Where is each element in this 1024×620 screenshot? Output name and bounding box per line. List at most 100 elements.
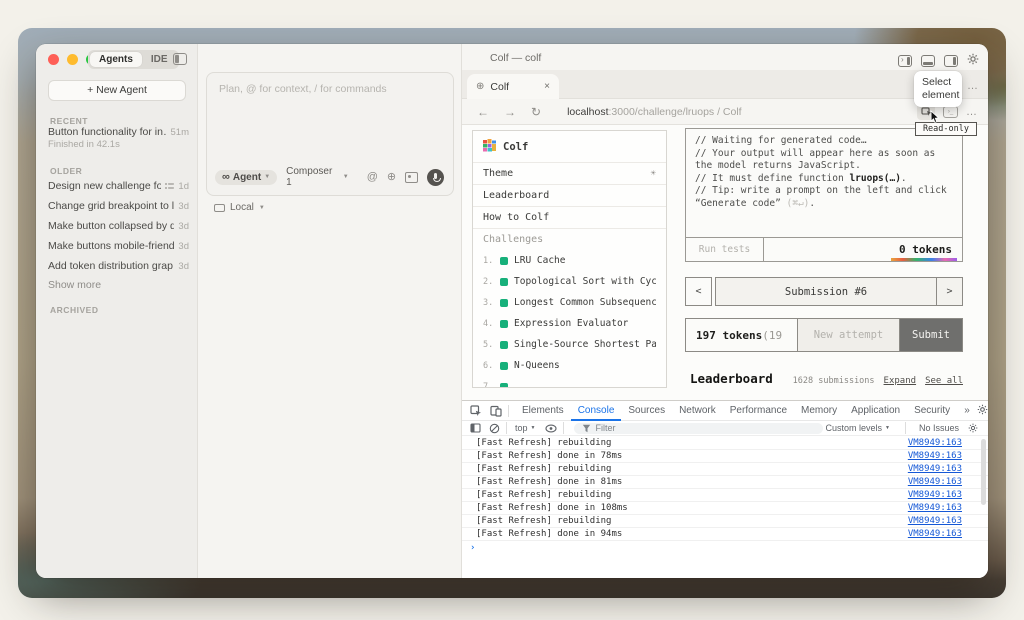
- devtools-tab-application[interactable]: Application: [844, 401, 907, 421]
- browser-panel: Colf — colf ⊕ Colf × Select element … ← …: [462, 44, 988, 578]
- panel-right-icon[interactable]: [944, 55, 958, 67]
- mention-icon[interactable]: @: [367, 172, 378, 183]
- devtools-tab-sources[interactable]: Sources: [621, 401, 672, 421]
- see-all-link[interactable]: See all: [925, 376, 963, 386]
- microphone-button[interactable]: [427, 169, 444, 186]
- challenge-status-icon: [500, 341, 508, 349]
- devtools-tab-performance[interactable]: Performance: [723, 401, 794, 421]
- devtools-settings-icon[interactable]: [977, 402, 988, 420]
- web-icon[interactable]: ⊕: [387, 172, 396, 183]
- log-source-link[interactable]: VM8949:163: [908, 438, 962, 448]
- agent-list-item[interactable]: Change grid breakpoint to l… 3d: [48, 199, 189, 213]
- challenge-item[interactable]: 1.LRU Cache: [473, 250, 666, 271]
- tab-ide[interactable]: IDE: [142, 52, 177, 67]
- close-window-button[interactable]: [48, 54, 59, 65]
- console-log-row: [Fast Refresh] rebuildingVM8949:163: [462, 463, 988, 476]
- nav-item-leaderboard[interactable]: Leaderboard: [473, 184, 666, 206]
- urlbar-more-icon[interactable]: …: [966, 106, 978, 118]
- live-expression-icon[interactable]: [545, 424, 557, 433]
- log-levels-dropdown[interactable]: Custom levels▼: [825, 423, 889, 433]
- issues-counter[interactable]: No Issues: [919, 423, 959, 433]
- console-prompt[interactable]: ›: [462, 541, 988, 554]
- settings-gear-icon[interactable]: [967, 52, 979, 70]
- sidebar-toggle-icon[interactable]: [173, 53, 187, 65]
- agent-list-item[interactable]: Make button collapsed by d… 3d: [48, 219, 189, 233]
- console-toolbar: top▼ Filter Custom levels▼ No Issues: [462, 421, 988, 436]
- environment-dropdown[interactable]: Local ▼: [214, 202, 265, 213]
- new-attempt-button[interactable]: New attempt: [798, 318, 900, 352]
- colf-nav-card: Colf Theme ☀ Leaderboard How to Colf Cha…: [472, 130, 667, 388]
- challenge-item[interactable]: 2.Topological Sort with Cycle…: [473, 271, 666, 292]
- devtools-tab-network[interactable]: Network: [672, 401, 723, 421]
- challenge-item[interactable]: 4.Expression Evaluator: [473, 313, 666, 334]
- devtools-panel: Elements Console Sources Network Perform…: [462, 400, 988, 578]
- agent-list-item[interactable]: Add token distribution grap… 3d: [48, 259, 189, 273]
- composer-input[interactable]: Plan, @ for context, / for commands ∞ Ag…: [206, 72, 454, 196]
- screenshot-frame: Agents IDE + New Agent RECENT Button fun…: [0, 0, 1024, 620]
- challenge-number: 7.: [483, 382, 494, 389]
- expand-link[interactable]: Expand: [884, 376, 917, 386]
- challenge-item-partial[interactable]: 7.: [473, 376, 666, 388]
- console-scrollbar[interactable]: [981, 439, 986, 505]
- panel-left-icon[interactable]: [898, 55, 912, 67]
- next-submission-button[interactable]: >: [936, 278, 962, 305]
- colf-brand-label: Colf: [503, 141, 528, 153]
- panel-bottom-icon[interactable]: [921, 55, 935, 67]
- prev-submission-button[interactable]: <: [685, 277, 712, 306]
- colf-brand: Colf: [473, 131, 666, 162]
- log-source-link[interactable]: VM8949:163: [908, 451, 962, 461]
- model-dropdown[interactable]: Composer 1 ▼: [286, 166, 349, 188]
- console-sidebar-icon[interactable]: [470, 423, 481, 433]
- show-more-button[interactable]: Show more: [48, 278, 189, 292]
- challenge-title: Expression Evaluator: [514, 318, 628, 329]
- reload-icon[interactable]: ↻: [531, 105, 541, 119]
- console-filter-input[interactable]: Filter: [574, 423, 823, 434]
- run-tests-button[interactable]: Run tests: [686, 238, 764, 261]
- nav-item-how-to[interactable]: How to Colf: [473, 206, 666, 228]
- agent-mode-dropdown[interactable]: ∞ Agent ▼: [215, 170, 277, 185]
- minimize-window-button[interactable]: [67, 54, 78, 65]
- inspect-element-icon[interactable]: [470, 405, 482, 417]
- image-icon[interactable]: [405, 172, 418, 183]
- nav-item-theme[interactable]: Theme ☀: [473, 162, 666, 184]
- devtools-more-tabs-icon[interactable]: »: [957, 401, 977, 421]
- back-icon[interactable]: ←: [477, 105, 489, 119]
- forward-icon[interactable]: →: [504, 105, 516, 119]
- device-toolbar-icon[interactable]: [490, 405, 502, 417]
- sun-icon[interactable]: ☀: [651, 169, 656, 179]
- log-source-link[interactable]: VM8949:163: [908, 490, 962, 500]
- readonly-badge: Read-only: [915, 122, 977, 136]
- devtools-tab-security[interactable]: Security: [907, 401, 957, 421]
- challenge-item[interactable]: 3.Longest Common Subsequence: [473, 292, 666, 313]
- agent-item-time: 3d: [178, 261, 189, 272]
- log-source-link[interactable]: VM8949:163: [908, 503, 962, 513]
- url-field[interactable]: localhost:3000/challenge/lruops / Colf: [567, 106, 742, 118]
- challenge-item[interactable]: 5.Single-Source Shortest Paths: [473, 334, 666, 355]
- challenge-item[interactable]: 6.N-Queens: [473, 355, 666, 376]
- agent-list-item[interactable]: Make buttons mobile-friend… 3d: [48, 239, 189, 253]
- log-source-link[interactable]: VM8949:163: [908, 477, 962, 487]
- agent-item-title: Design new challenge fo…: [48, 180, 161, 192]
- new-agent-button[interactable]: + New Agent: [48, 80, 186, 101]
- clear-console-icon[interactable]: [489, 423, 500, 434]
- infinity-icon: ∞: [222, 172, 230, 182]
- devtools-tab-elements[interactable]: Elements: [515, 401, 571, 421]
- submit-button[interactable]: Submit: [900, 318, 963, 352]
- app-window: Agents IDE + New Agent RECENT Button fun…: [36, 44, 988, 578]
- browser-tab[interactable]: ⊕ Colf ×: [467, 74, 559, 99]
- code-output[interactable]: // Waiting for generated code… // Your o…: [686, 129, 962, 237]
- agent-list-item[interactable]: Design new challenge fo… 1d: [48, 179, 189, 193]
- challenge-status-icon: [500, 320, 508, 328]
- tab-agents[interactable]: Agents: [90, 52, 142, 67]
- log-source-link[interactable]: VM8949:163: [908, 529, 962, 539]
- devtools-tab-memory[interactable]: Memory: [794, 401, 844, 421]
- log-source-link[interactable]: VM8949:163: [908, 464, 962, 474]
- log-source-link[interactable]: VM8949:163: [908, 516, 962, 526]
- issues-settings-icon[interactable]: [968, 423, 978, 433]
- agent-list-item[interactable]: Button functionality for in… 51m: [48, 125, 189, 139]
- context-selector[interactable]: top▼: [515, 423, 535, 433]
- devtools-tab-console[interactable]: Console: [571, 401, 622, 421]
- terminal-icon[interactable]: ›_: [943, 106, 958, 118]
- tabstrip-more-icon[interactable]: …: [967, 80, 979, 92]
- close-icon[interactable]: ×: [544, 81, 550, 92]
